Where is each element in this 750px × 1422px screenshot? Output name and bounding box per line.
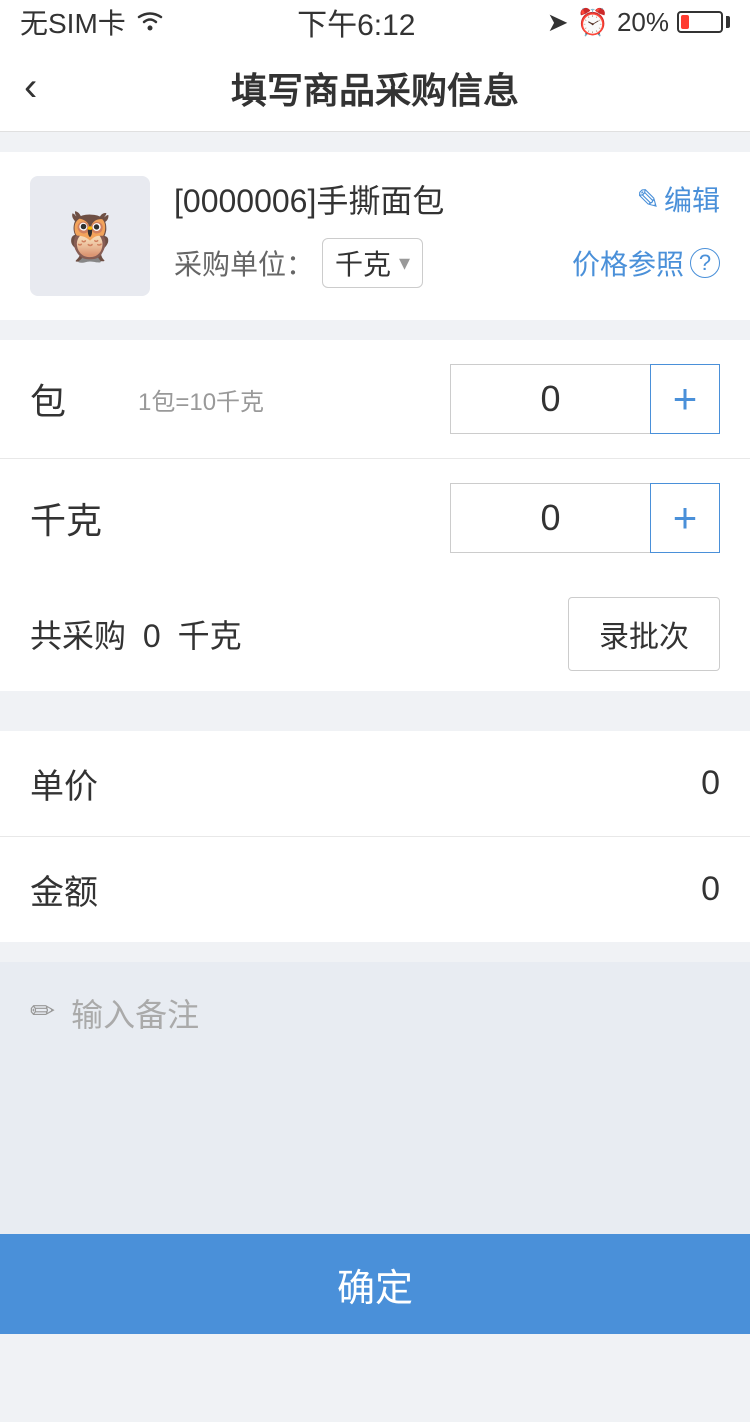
bag-sub-label: 1包=10千克	[138, 382, 264, 417]
help-icon: ?	[690, 248, 720, 278]
kg-plus-button[interactable]: +	[650, 483, 720, 553]
price-ref-label: 价格参照	[572, 243, 684, 283]
bag-number-field[interactable]	[450, 364, 650, 434]
edit-button[interactable]: ✎ 编辑	[637, 179, 720, 219]
product-card: 🦉 [0000006]手撕面包 ✎ 编辑 采购单位： 千克 ▾ 价格参照 ?	[0, 152, 750, 320]
pencil-icon: ✏	[30, 994, 55, 1029]
amount-label: 金额	[30, 865, 98, 914]
product-header: [0000006]手撕面包 ✎ 编辑	[174, 176, 720, 222]
page-title: 填写商品采购信息	[231, 62, 519, 114]
record-batch-button[interactable]: 录批次	[568, 597, 720, 671]
summary-amount: 0	[143, 618, 161, 654]
edit-icon: ✎	[637, 183, 660, 216]
status-bar-time: 下午6:12	[297, 0, 415, 44]
unit-value: 千克	[335, 243, 391, 283]
battery-icon	[677, 11, 730, 33]
unit-price-row: 单价 0	[0, 731, 750, 837]
price-section: 单价 0 金额 0	[0, 731, 750, 942]
edit-label: 编辑	[664, 179, 720, 219]
unit-label: 采购单位：	[174, 243, 314, 283]
section-divider-1	[0, 320, 750, 340]
unit-select[interactable]: 千克 ▾	[322, 238, 423, 288]
product-name: [0000006]手撕面包	[174, 176, 444, 222]
product-owl-logo: 🦉	[60, 208, 120, 265]
bag-plus-button[interactable]: +	[650, 364, 720, 434]
kg-input-row: 千克 +	[0, 459, 750, 577]
bag-input-row: 包 1包=10千克 +	[0, 340, 750, 459]
location-icon: ➤	[547, 7, 569, 38]
bag-label: 包	[30, 373, 130, 425]
unit-price-value: 0	[701, 764, 720, 803]
unit-dropdown-icon: ▾	[399, 250, 410, 276]
status-bar-left: 无SIM卡	[20, 2, 166, 42]
remark-placeholder: 输入备注	[71, 990, 199, 1036]
unit-price-label: 单价	[30, 759, 98, 808]
summary-section: 共采购 0 千克 录批次	[0, 577, 750, 691]
kg-number-field[interactable]	[450, 483, 650, 553]
bag-number-input-box: +	[450, 364, 720, 434]
product-image: 🦉	[30, 176, 150, 296]
status-bar: 无SIM卡 下午6:12 ➤ ⏰ 20%	[0, 0, 750, 44]
battery-percentage: 20%	[617, 7, 669, 38]
kg-label: 千克	[30, 492, 130, 544]
wifi-icon	[134, 6, 166, 38]
nav-bar: ‹ 填写商品采购信息	[0, 44, 750, 132]
confirm-label: 确定	[337, 1257, 413, 1312]
alarm-icon: ⏰	[577, 7, 609, 38]
section-divider-2	[0, 691, 750, 711]
carrier-label: 无SIM卡	[20, 2, 126, 42]
price-reference-button[interactable]: 价格参照 ?	[572, 243, 720, 283]
back-button[interactable]: ‹	[24, 65, 37, 110]
amount-value: 0	[701, 870, 720, 909]
product-unit-row: 采购单位： 千克 ▾ 价格参照 ?	[174, 238, 720, 288]
input-section: 包 1包=10千克 + 千克 +	[0, 340, 750, 577]
amount-row: 金额 0	[0, 837, 750, 942]
kg-number-input-box: +	[450, 483, 720, 553]
status-bar-right: ➤ ⏰ 20%	[547, 7, 730, 38]
summary-text: 共采购 0 千克	[30, 611, 242, 657]
product-info: [0000006]手撕面包 ✎ 编辑 采购单位： 千克 ▾ 价格参照 ?	[174, 176, 720, 288]
confirm-button[interactable]: 确定	[0, 1234, 750, 1334]
